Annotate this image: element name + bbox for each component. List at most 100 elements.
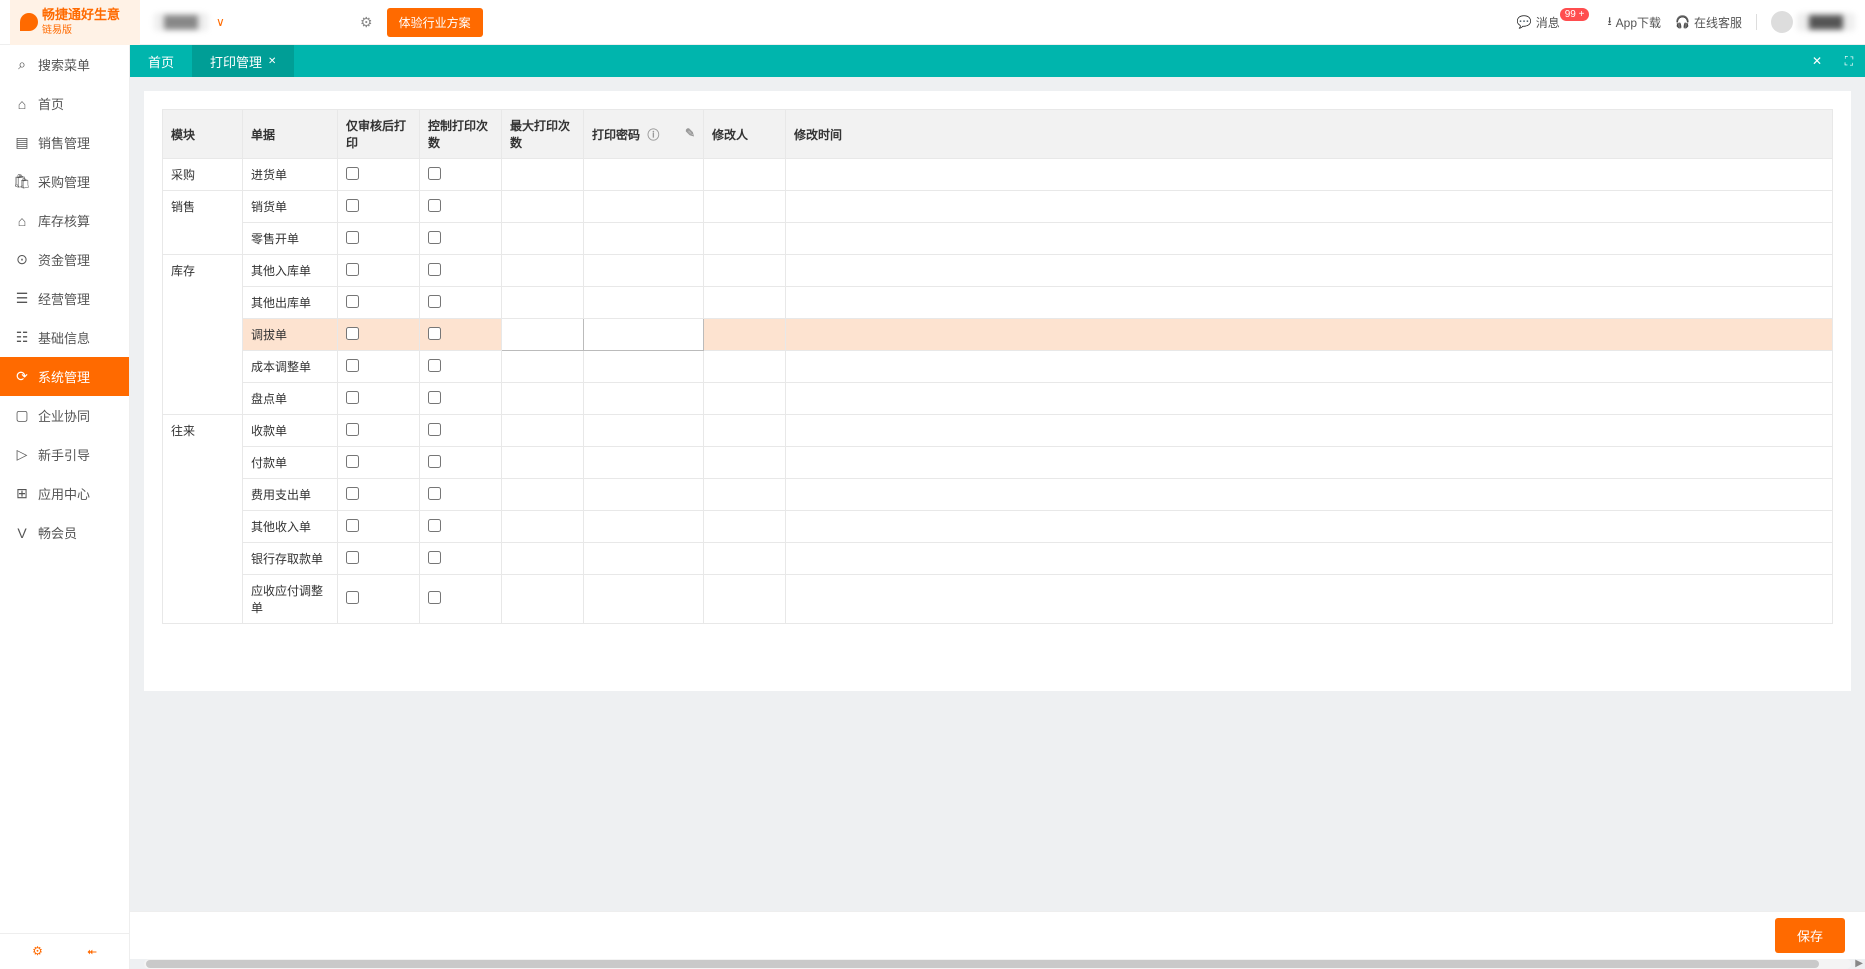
panel: 模块 单据 仅审核后打印 控制打印次数 最大打印次数 打印密码 ⓘ ✎ <box>144 91 1851 691</box>
cell-doc: 成本调整单 <box>243 351 338 383</box>
ctrl-count-checkbox[interactable] <box>428 359 441 372</box>
cell-ctrl-count <box>420 511 502 543</box>
table-row: 成本调整单 <box>163 351 1833 383</box>
industry-plan-button[interactable]: 体验行业方案 <box>387 8 483 37</box>
settings-gear-icon[interactable]: ⚙ <box>360 14 373 31</box>
audit-print-checkbox[interactable] <box>346 519 359 532</box>
sidebar-collapse-icon[interactable]: ⯬ <box>87 944 97 959</box>
fund-icon: ⊙ <box>14 252 30 268</box>
content-area: 模块 单据 仅审核后打印 控制打印次数 最大打印次数 打印密码 ⓘ ✎ <box>130 77 1865 911</box>
cell-audit-print <box>338 479 420 511</box>
scrollbar-thumb[interactable] <box>146 960 1819 968</box>
audit-print-checkbox[interactable] <box>346 591 359 604</box>
ctrl-count-checkbox[interactable] <box>428 487 441 500</box>
tab-home[interactable]: 首页 <box>130 45 192 77</box>
ctrl-count-checkbox[interactable] <box>428 391 441 404</box>
audit-print-checkbox[interactable] <box>346 167 359 180</box>
tabs-close-all-icon[interactable]: ✕ <box>1801 45 1833 77</box>
table-row: 其他收入单 <box>163 511 1833 543</box>
cell-max-count <box>502 479 584 511</box>
user-menu[interactable]: ████ <box>1771 11 1855 33</box>
sidebar-item-base[interactable]: ☷基础信息 <box>0 318 129 357</box>
cell-audit-print <box>338 351 420 383</box>
sidebar-item-search[interactable]: ⌕搜索菜单 <box>0 45 129 84</box>
cell-mod-by <box>704 415 786 447</box>
messages-link[interactable]: 💬 消息 99 + <box>1517 14 1594 31</box>
horizontal-scrollbar[interactable]: ▶ <box>144 959 1851 969</box>
sidebar-item-guide[interactable]: ▷新手引导 <box>0 435 129 474</box>
edit-column-icon[interactable]: ✎ <box>685 126 695 140</box>
cell-password <box>584 255 704 287</box>
ctrl-count-checkbox[interactable] <box>428 231 441 244</box>
ctrl-count-checkbox[interactable] <box>428 591 441 604</box>
help-icon[interactable]: ⓘ <box>647 128 659 142</box>
th-password: 打印密码 ⓘ ✎ <box>584 110 704 159</box>
scroll-right-icon[interactable]: ▶ <box>1855 958 1863 969</box>
cell-mod-time <box>786 159 1833 191</box>
ctrl-count-checkbox[interactable] <box>428 295 441 308</box>
search-icon: ⌕ <box>14 57 30 73</box>
audit-print-checkbox[interactable] <box>346 487 359 500</box>
sidebar-item-home[interactable]: ⌂ 首页 <box>0 84 129 123</box>
cell-ctrl-count <box>420 543 502 575</box>
ctrl-count-checkbox[interactable] <box>428 327 441 340</box>
audit-print-checkbox[interactable] <box>346 551 359 564</box>
audit-print-checkbox[interactable] <box>346 231 359 244</box>
audit-print-checkbox[interactable] <box>346 423 359 436</box>
online-service-link[interactable]: 🎧 在线客服 <box>1675 14 1742 31</box>
cell-password[interactable] <box>584 319 704 351</box>
cell-doc: 其他入库单 <box>243 255 338 287</box>
home-icon: ⌂ <box>14 96 30 112</box>
brand-logo[interactable]: 畅捷通好生意 链易版 <box>10 0 140 45</box>
ctrl-count-checkbox[interactable] <box>428 167 441 180</box>
ctrl-count-checkbox[interactable] <box>428 263 441 276</box>
ctrl-count-checkbox[interactable] <box>428 199 441 212</box>
ctrl-count-checkbox[interactable] <box>428 551 441 564</box>
cell-mod-by <box>704 159 786 191</box>
audit-print-checkbox[interactable] <box>346 199 359 212</box>
cell-doc: 调拔单 <box>243 319 338 351</box>
sidebar-item-collab[interactable]: ▢企业协同 <box>0 396 129 435</box>
cell-max-count[interactable] <box>502 319 584 351</box>
sidebar-item-sales[interactable]: ▤销售管理 <box>0 123 129 162</box>
tab-close-icon[interactable]: ✕ <box>268 56 276 67</box>
sidebar-item-stock[interactable]: ⌂库存核算 <box>0 201 129 240</box>
sidebar-item-vip[interactable]: V畅会员 <box>0 513 129 552</box>
sidebar-item-purchase[interactable]: 🛍采购管理 <box>0 162 129 201</box>
ctrl-count-checkbox[interactable] <box>428 423 441 436</box>
cell-ctrl-count <box>420 447 502 479</box>
sidebar-item-label: 首页 <box>38 94 64 113</box>
table-row: 盘点单 <box>163 383 1833 415</box>
tabs-fullscreen-icon[interactable]: ⛶ <box>1833 45 1865 77</box>
cell-password <box>584 479 704 511</box>
cell-ctrl-count <box>420 319 502 351</box>
ctrl-count-checkbox[interactable] <box>428 455 441 468</box>
cell-mod-time <box>786 287 1833 319</box>
audit-print-checkbox[interactable] <box>346 455 359 468</box>
audit-print-checkbox[interactable] <box>346 359 359 372</box>
tab-print-mgmt[interactable]: 打印管理 ✕ <box>192 45 294 77</box>
sidebar-item-system[interactable]: ⟳系统管理 <box>0 357 129 396</box>
cell-password <box>584 415 704 447</box>
sidebar-item-apps[interactable]: ⊞应用中心 <box>0 474 129 513</box>
sidebar-item-label: 畅会员 <box>38 523 77 542</box>
system-icon: ⟳ <box>14 369 30 385</box>
sidebar-item-report[interactable]: ☰经营管理 <box>0 279 129 318</box>
print-settings-table: 模块 单据 仅审核后打印 控制打印次数 最大打印次数 打印密码 ⓘ ✎ <box>162 109 1833 624</box>
audit-print-checkbox[interactable] <box>346 327 359 340</box>
audit-print-checkbox[interactable] <box>346 391 359 404</box>
sidebar-item-fund[interactable]: ⊙资金管理 <box>0 240 129 279</box>
cell-mod-time <box>786 511 1833 543</box>
sidebar-settings-icon[interactable]: ⚙ <box>32 944 43 959</box>
cell-max-count <box>502 415 584 447</box>
cell-ctrl-count <box>420 287 502 319</box>
save-button[interactable]: 保存 <box>1775 918 1845 953</box>
company-selector[interactable]: ████ ∨ <box>154 13 354 31</box>
message-icon: 💬 <box>1517 15 1532 29</box>
audit-print-checkbox[interactable] <box>346 263 359 276</box>
cell-ctrl-count <box>420 255 502 287</box>
ctrl-count-checkbox[interactable] <box>428 519 441 532</box>
app-download-link[interactable]: ⭳ App下载 <box>1607 12 1661 33</box>
audit-print-checkbox[interactable] <box>346 295 359 308</box>
tab-bar: 首页 打印管理 ✕ ✕ ⛶ <box>130 45 1865 77</box>
